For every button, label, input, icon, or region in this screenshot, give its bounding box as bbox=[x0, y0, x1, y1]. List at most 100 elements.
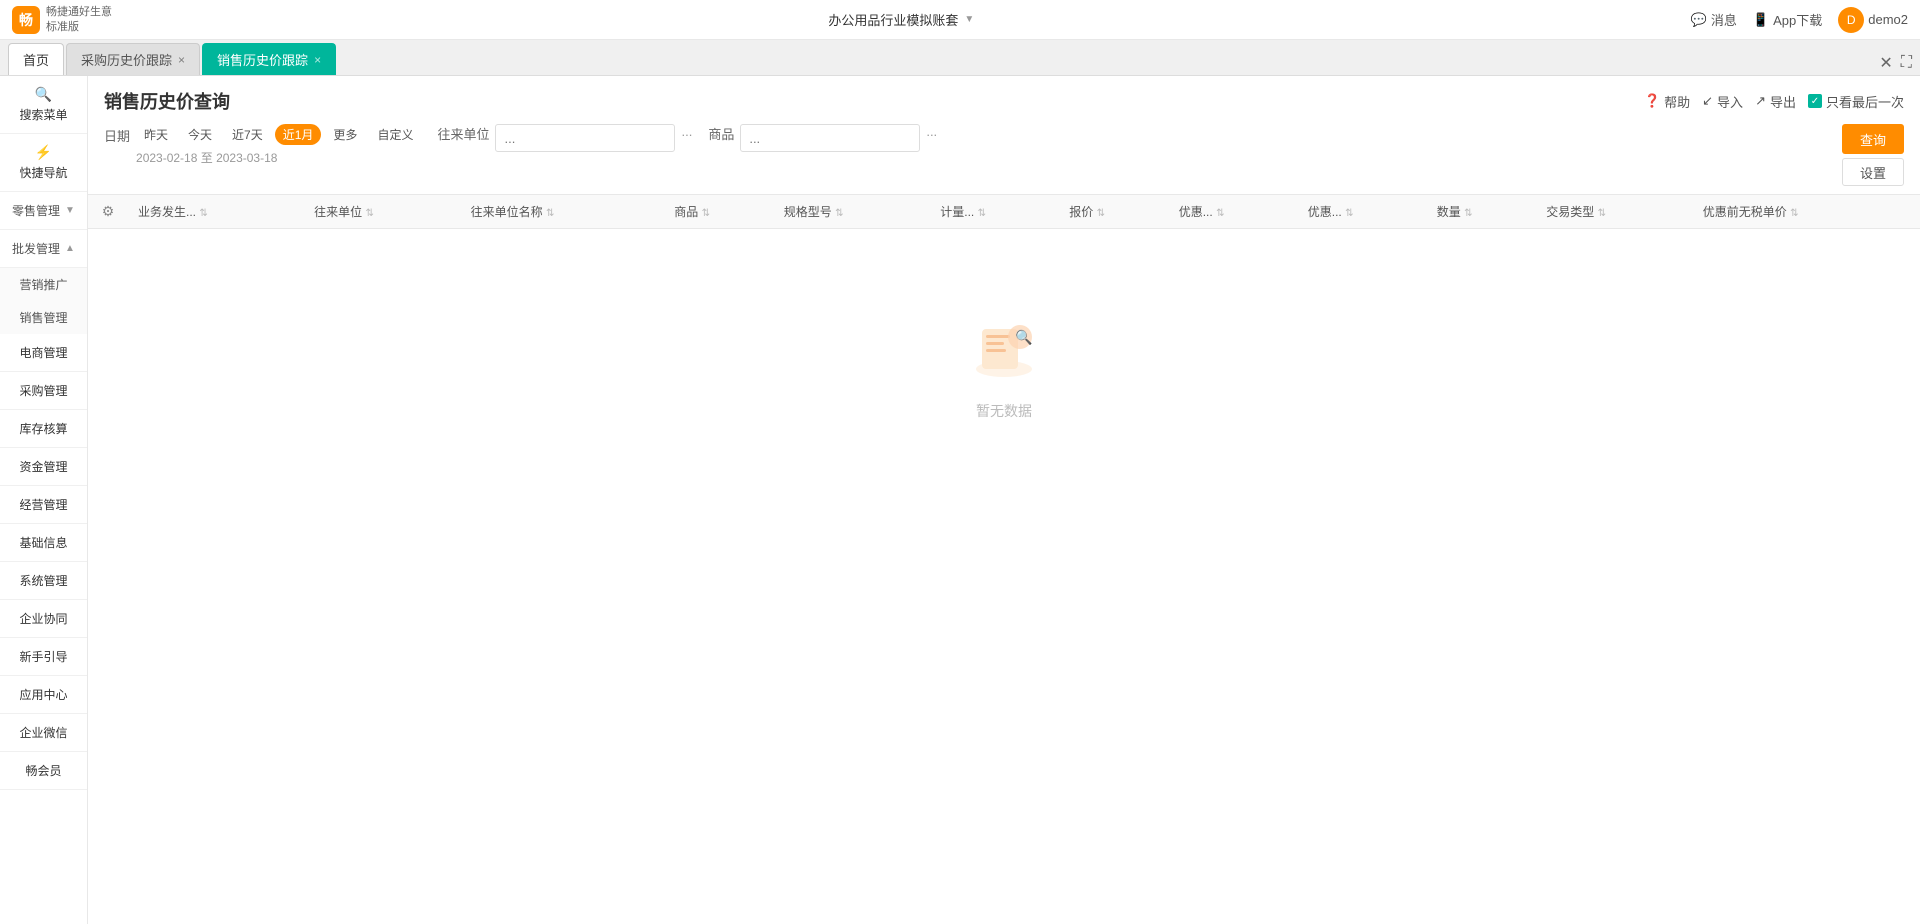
sidebar-item-quick[interactable]: ⚡ 快捷导航 bbox=[0, 134, 87, 192]
sidebar-item-operations[interactable]: 经营管理 bbox=[0, 486, 87, 524]
import-button[interactable]: ↙ 导入 bbox=[1702, 92, 1743, 111]
only-last-checkbox[interactable]: ✓ 只看最后一次 bbox=[1808, 92, 1904, 111]
sidebar-label-retail: 零售管理 bbox=[12, 202, 60, 219]
tab-purchase-label: 采购历史价跟踪 bbox=[81, 50, 172, 69]
page-actions: ❓ 帮助 ↙ 导入 ↗ 导出 ✓ 只看最后一次 bbox=[1644, 92, 1904, 111]
date-pill-today[interactable]: 今天 bbox=[180, 124, 220, 145]
sort-discount1-icon: ⇅ bbox=[1216, 208, 1224, 219]
col-spec[interactable]: 规格型号 ⇅ bbox=[774, 195, 931, 229]
sort-trade-type-icon: ⇅ bbox=[1598, 208, 1606, 219]
sidebar-item-sales-mgmt[interactable]: 销售管理 bbox=[0, 301, 87, 334]
col-counterparty[interactable]: 往来单位 ⇅ bbox=[304, 195, 461, 229]
counterparty-input[interactable] bbox=[495, 124, 675, 152]
tab-bar: 首页 采购历史价跟踪 × 销售历史价跟踪 × ✕ ⛶ bbox=[0, 40, 1920, 76]
wholesale-arrow-icon: ▲ bbox=[65, 243, 75, 254]
logo-text: 畅捷通好生意 标准版 bbox=[46, 5, 112, 34]
maximize-button[interactable]: ⛶ bbox=[1901, 54, 1912, 72]
sidebar-item-marketing[interactable]: 营销推广 bbox=[0, 268, 87, 301]
empty-text: 暂无数据 bbox=[976, 401, 1032, 421]
sidebar-item-finance[interactable]: 资金管理 bbox=[0, 448, 87, 486]
logo-area: 畅 畅捷通好生意 标准版 bbox=[12, 5, 112, 34]
sidebar-item-system[interactable]: 系统管理 bbox=[0, 562, 87, 600]
product-input[interactable] bbox=[740, 124, 920, 152]
sort-counterparty-icon: ⇅ bbox=[366, 208, 374, 219]
tab-sales-close-icon[interactable]: × bbox=[314, 53, 321, 67]
sort-biz-date-icon: ⇅ bbox=[199, 208, 207, 219]
help-icon: ❓ bbox=[1644, 93, 1660, 109]
user-menu[interactable]: D demo2 bbox=[1838, 7, 1908, 33]
filter-buttons: 查询 设置 bbox=[1842, 124, 1904, 186]
sidebar-item-member[interactable]: 畅会员 bbox=[0, 752, 87, 790]
date-pill-more[interactable]: 更多 bbox=[325, 124, 365, 145]
search-icon: 🔍 bbox=[35, 86, 52, 103]
table-settings-col[interactable]: ⚙ bbox=[88, 195, 128, 229]
sidebar-item-enterprise[interactable]: 企业协同 bbox=[0, 600, 87, 638]
app-download-button[interactable]: 📱 App下载 bbox=[1753, 10, 1822, 29]
sidebar-label-sales-mgmt: 销售管理 bbox=[19, 311, 67, 325]
sidebar-label-wholesale: 批发管理 bbox=[12, 240, 60, 257]
sort-counterparty-name-icon: ⇅ bbox=[546, 208, 554, 219]
sidebar-label-purchase: 采购管理 bbox=[19, 382, 67, 399]
tab-purchase-close-icon[interactable]: × bbox=[178, 53, 185, 67]
tab-purchase[interactable]: 采购历史价跟踪 × bbox=[66, 43, 200, 75]
sidebar-label-marketing: 营销推广 bbox=[19, 278, 67, 292]
avatar: D bbox=[1838, 7, 1864, 33]
col-trade-type[interactable]: 交易类型 ⇅ bbox=[1536, 195, 1693, 229]
close-tab-button[interactable]: ✕ bbox=[1879, 53, 1892, 73]
tab-home-label: 首页 bbox=[23, 50, 49, 69]
tab-bar-controls: ✕ ⛶ bbox=[1879, 53, 1912, 75]
col-unit[interactable]: 计量... ⇅ bbox=[930, 195, 1059, 229]
message-button[interactable]: 💬 消息 bbox=[1691, 10, 1737, 29]
date-pills-group: 昨天 今天 近7天 近1月 更多 自定义 2023-02-18 至 2023-0… bbox=[136, 124, 421, 166]
date-pill-custom[interactable]: 自定义 bbox=[369, 124, 421, 145]
company-dropdown-icon[interactable]: ▼ bbox=[964, 14, 974, 25]
sidebar-item-retail[interactable]: 零售管理 ▼ bbox=[0, 192, 87, 230]
sidebar-item-purchase[interactable]: 采购管理 bbox=[0, 372, 87, 410]
tab-home[interactable]: 首页 bbox=[8, 43, 64, 75]
tab-sales[interactable]: 销售历史价跟踪 × bbox=[202, 43, 336, 75]
sidebar-label-member: 畅会员 bbox=[25, 762, 61, 779]
page-title-row: 销售历史价查询 ❓ 帮助 ↙ 导入 ↗ 导出 ✓ bbox=[104, 88, 1904, 114]
empty-svg: 🔍 bbox=[964, 309, 1044, 389]
sidebar-label-wechat: 企业微信 bbox=[19, 724, 67, 741]
product-picker-icon[interactable]: ... bbox=[926, 124, 937, 139]
logo-icon: 畅 bbox=[12, 6, 40, 34]
col-quoted-price[interactable]: 报价 ⇅ bbox=[1059, 195, 1168, 229]
table-gear-icon[interactable]: ⚙ bbox=[102, 203, 115, 219]
col-biz-date[interactable]: 业务发生... ⇅ bbox=[128, 195, 304, 229]
page-title: 销售历史价查询 bbox=[104, 88, 230, 114]
sidebar-item-ecommerce[interactable]: 电商管理 bbox=[0, 334, 87, 372]
col-product[interactable]: 商品 ⇅ bbox=[664, 195, 773, 229]
sidebar-item-apps[interactable]: 应用中心 bbox=[0, 676, 87, 714]
counterparty-picker-icon[interactable]: ... bbox=[681, 124, 692, 139]
col-discount2[interactable]: 优惠... ⇅ bbox=[1298, 195, 1427, 229]
svg-text:🔍: 🔍 bbox=[1015, 328, 1032, 346]
sidebar-label-search: 搜索菜单 bbox=[19, 106, 67, 123]
top-bar-right: 💬 消息 📱 App下载 D demo2 bbox=[1691, 7, 1908, 33]
export-button[interactable]: ↗ 导出 bbox=[1755, 92, 1796, 111]
date-pill-7days[interactable]: 近7天 bbox=[224, 124, 271, 145]
settings-button[interactable]: 设置 bbox=[1842, 158, 1904, 186]
query-button[interactable]: 查询 bbox=[1842, 124, 1904, 154]
date-filter-group: 日期 昨天 今天 近7天 近1月 更多 自定义 2023-02-18 至 202… bbox=[104, 124, 421, 166]
sidebar-item-search[interactable]: 🔍 搜索菜单 bbox=[0, 76, 87, 134]
counterparty-label: 往来单位 bbox=[437, 124, 489, 143]
col-counterparty-name[interactable]: 往来单位名称 ⇅ bbox=[461, 195, 665, 229]
company-name: 办公用品行业模拟账套 bbox=[828, 10, 958, 29]
content-area: 销售历史价查询 ❓ 帮助 ↙ 导入 ↗ 导出 ✓ bbox=[88, 76, 1920, 924]
sort-unit-icon: ⇅ bbox=[978, 208, 986, 219]
col-quantity[interactable]: 数量 ⇅ bbox=[1427, 195, 1536, 229]
sidebar-item-basic[interactable]: 基础信息 bbox=[0, 524, 87, 562]
col-discount1[interactable]: 优惠... ⇅ bbox=[1169, 195, 1298, 229]
sidebar-item-inventory[interactable]: 库存核算 bbox=[0, 410, 87, 448]
product-label: 商品 bbox=[708, 124, 734, 143]
date-pill-yesterday[interactable]: 昨天 bbox=[136, 124, 176, 145]
date-pills: 昨天 今天 近7天 近1月 更多 自定义 bbox=[136, 124, 421, 145]
col-pretax-price[interactable]: 优惠前无税单价 ⇅ bbox=[1693, 195, 1920, 229]
date-pill-1month[interactable]: 近1月 bbox=[275, 124, 322, 145]
sidebar-item-wechat[interactable]: 企业微信 bbox=[0, 714, 87, 752]
help-button[interactable]: ❓ 帮助 bbox=[1644, 92, 1690, 111]
sidebar-item-guide[interactable]: 新手引导 bbox=[0, 638, 87, 676]
date-label: 日期 bbox=[104, 124, 130, 145]
sidebar-item-wholesale[interactable]: 批发管理 ▲ bbox=[0, 230, 87, 268]
